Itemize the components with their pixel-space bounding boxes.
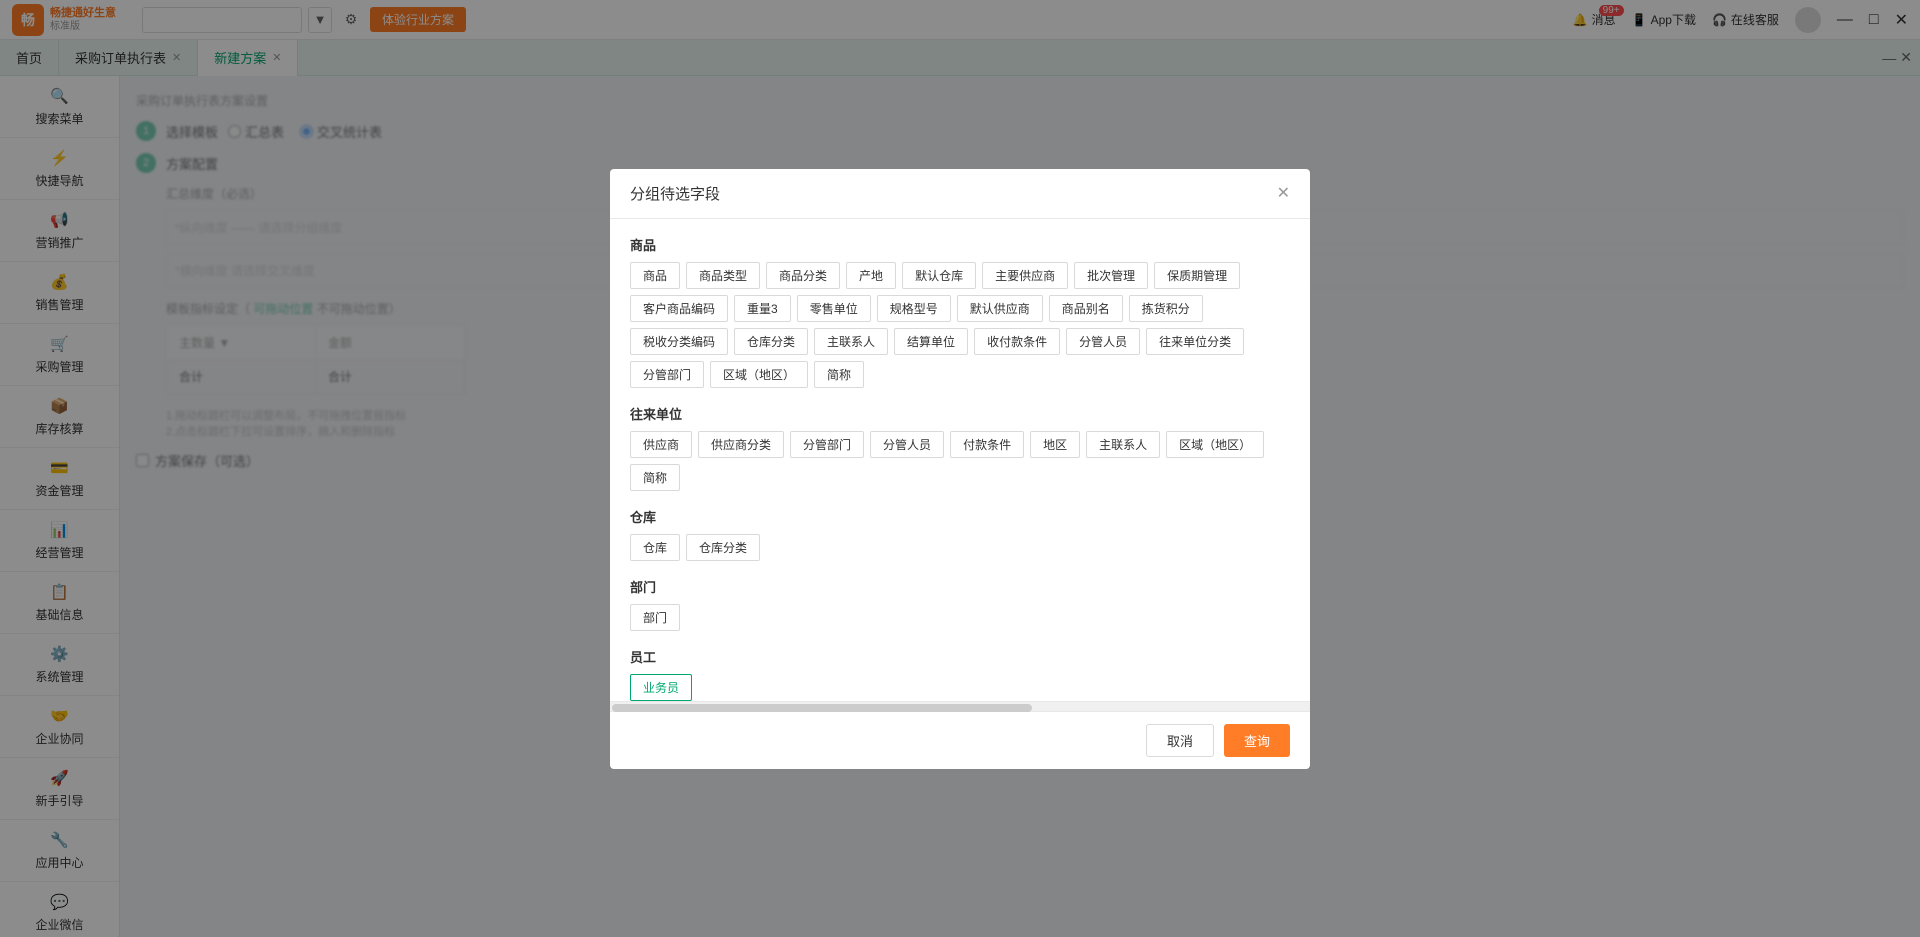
section-employee-title: 员工 (630, 647, 1290, 666)
modal-footer: 取消 查询 (610, 711, 1310, 769)
tag-managed-dept[interactable]: 分管部门 (630, 361, 704, 388)
tag-region-partner[interactable]: 地区 (1030, 431, 1080, 458)
tag-spec-model[interactable]: 规格型号 (877, 295, 951, 322)
tag-customer-code[interactable]: 客户商品编码 (630, 295, 728, 322)
tag-origin[interactable]: 产地 (846, 262, 896, 289)
tag-goods-type[interactable]: 商品类型 (686, 262, 760, 289)
tag-goods-alias[interactable]: 商品别名 (1049, 295, 1123, 322)
tag-main-contact[interactable]: 主联系人 (814, 328, 888, 355)
tag-retail-unit[interactable]: 零售单位 (797, 295, 871, 322)
tag-region-area[interactable]: 区域（地区） (1166, 431, 1264, 458)
section-employee: 员工 业务员 (630, 647, 1290, 701)
modal-close-btn[interactable]: ✕ (1277, 183, 1290, 203)
tag-main-supplier[interactable]: 主要供应商 (982, 262, 1068, 289)
tag-supervisor[interactable]: 分管人员 (1066, 328, 1140, 355)
tag-warehouse-category[interactable]: 仓库分类 (734, 328, 808, 355)
tag-supplier[interactable]: 供应商 (630, 431, 692, 458)
tag-abbreviation-partner[interactable]: 简称 (630, 464, 680, 491)
tag-weight3[interactable]: 重量3 (734, 295, 791, 322)
tag-supplier-category[interactable]: 供应商分类 (698, 431, 784, 458)
section-department: 部门 部门 (630, 577, 1290, 631)
modal-body: 商品 商品 商品类型 商品分类 产地 默认仓库 主要供应商 批次管理 保质期管理… (610, 219, 1310, 702)
tag-main-contact-partner[interactable]: 主联系人 (1086, 431, 1160, 458)
tag-goods-category[interactable]: 商品分类 (766, 262, 840, 289)
confirm-button[interactable]: 查询 (1224, 724, 1290, 757)
section-department-tags: 部门 (630, 604, 1290, 631)
tag-abbreviation-goods[interactable]: 简称 (814, 361, 864, 388)
section-warehouse: 仓库 仓库 仓库分类 (630, 507, 1290, 561)
tag-dept-managed[interactable]: 分管部门 (790, 431, 864, 458)
tag-salesperson[interactable]: 业务员 (630, 674, 692, 701)
section-employee-tags: 业务员 (630, 674, 1290, 701)
section-goods-tags: 商品 商品类型 商品分类 产地 默认仓库 主要供应商 批次管理 保质期管理 客户… (630, 262, 1290, 388)
cancel-button[interactable]: 取消 (1146, 724, 1214, 757)
section-warehouse-tags: 仓库 仓库分类 (630, 534, 1290, 561)
tag-default-warehouse[interactable]: 默认仓库 (902, 262, 976, 289)
section-department-title: 部门 (630, 577, 1290, 596)
tag-settlement-unit[interactable]: 结算单位 (894, 328, 968, 355)
tag-tax-code[interactable]: 税收分类编码 (630, 328, 728, 355)
section-goods-title: 商品 (630, 235, 1290, 254)
tag-payment-condition[interactable]: 付款条件 (950, 431, 1024, 458)
tag-goods[interactable]: 商品 (630, 262, 680, 289)
tag-warehouse[interactable]: 仓库 (630, 534, 680, 561)
tag-department[interactable]: 部门 (630, 604, 680, 631)
tag-default-supplier[interactable]: 默认供应商 (957, 295, 1043, 322)
section-partner: 往来单位 供应商 供应商分类 分管部门 分管人员 付款条件 地区 主联系人 区域… (630, 404, 1290, 491)
modal-header: 分组待选字段 ✕ (610, 169, 1310, 219)
tag-region-goods[interactable]: 区域（地区） (710, 361, 808, 388)
tag-expiry-mgmt[interactable]: 保质期管理 (1154, 262, 1240, 289)
modal-hscroll-thumb (612, 704, 1032, 712)
section-partner-tags: 供应商 供应商分类 分管部门 分管人员 付款条件 地区 主联系人 区域（地区） … (630, 431, 1290, 491)
section-warehouse-title: 仓库 (630, 507, 1290, 526)
tag-pick-points[interactable]: 拣货积分 (1129, 295, 1203, 322)
section-partner-title: 往来单位 (630, 404, 1290, 423)
field-select-modal: 分组待选字段 ✕ 商品 商品 商品类型 商品分类 产地 默认仓库 主要供应商 批… (610, 169, 1310, 769)
tag-partner-category[interactable]: 往来单位分类 (1146, 328, 1244, 355)
modal-overlay: 分组待选字段 ✕ 商品 商品 商品类型 商品分类 产地 默认仓库 主要供应商 批… (0, 0, 1920, 937)
tag-batch-mgmt[interactable]: 批次管理 (1074, 262, 1148, 289)
tag-warehouse-cat[interactable]: 仓库分类 (686, 534, 760, 561)
tag-payment-terms[interactable]: 收付款条件 (974, 328, 1060, 355)
modal-horizontal-scrollbar[interactable] (610, 701, 1310, 710)
section-goods: 商品 商品 商品类型 商品分类 产地 默认仓库 主要供应商 批次管理 保质期管理… (630, 235, 1290, 388)
modal-title: 分组待选字段 (630, 183, 720, 204)
tag-dept-person[interactable]: 分管人员 (870, 431, 944, 458)
